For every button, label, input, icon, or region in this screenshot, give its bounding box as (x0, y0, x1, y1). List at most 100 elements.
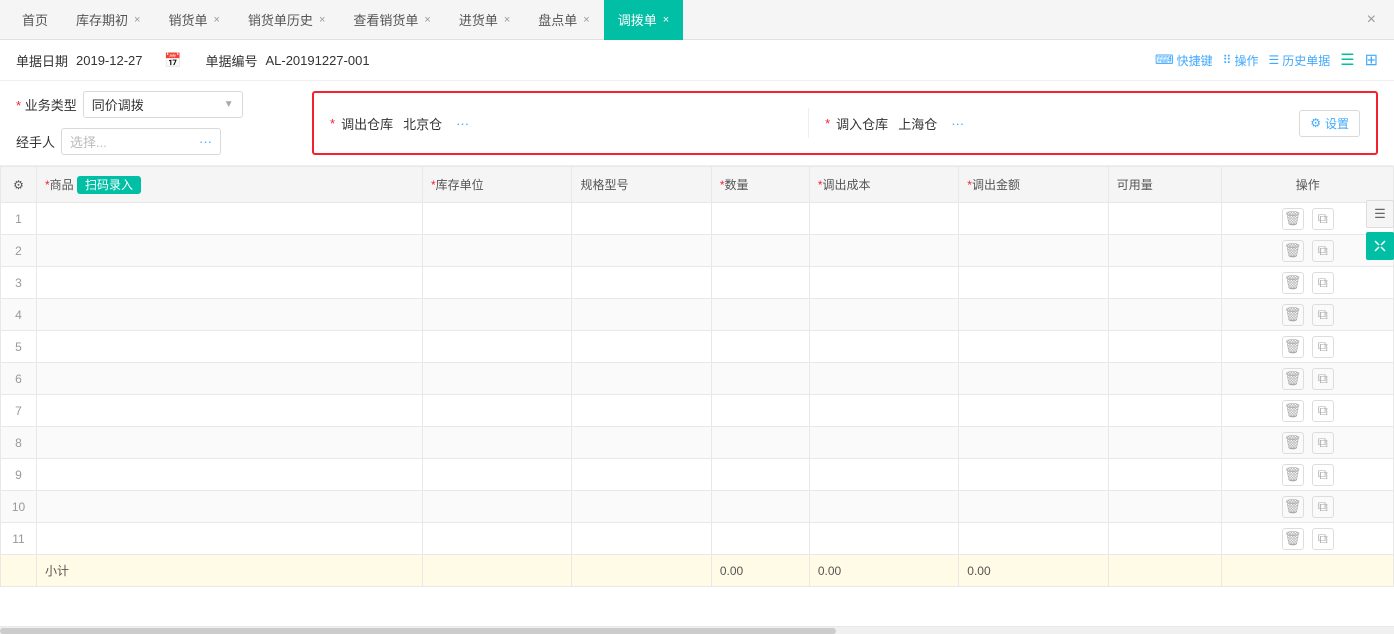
tab-home[interactable]: 首页 (8, 0, 62, 40)
shortcuts-btn[interactable]: ⌨ 快捷键 (1155, 52, 1213, 69)
copy-icon[interactable]: ⧉ (1312, 240, 1334, 262)
operations-btn[interactable]: ⠿ 操作 (1223, 52, 1259, 69)
out-warehouse-value: 北京仓 (403, 114, 442, 133)
settings-icon: ⚙ (1310, 116, 1321, 130)
grid-icon: ⠿ (1223, 53, 1232, 67)
th-spec: 规格型号 (572, 167, 711, 203)
history-icon: ☰ (1268, 53, 1279, 67)
in-warehouse-required: * (825, 116, 830, 131)
copy-icon[interactable]: ⧉ (1312, 528, 1334, 550)
warehouse-block: * 调出仓库 北京仓 ··· * 调入仓库 上海仓 ··· ⚙ 设置 (312, 91, 1378, 155)
th-qty: *数量 (711, 167, 809, 203)
history-btn[interactable]: ☰ 历史单据 (1268, 52, 1330, 69)
table-row: 9🗑⧉ (1, 459, 1394, 491)
out-warehouse-more-icon[interactable]: ··· (456, 116, 469, 131)
in-warehouse-value: 上海仓 (898, 114, 937, 133)
copy-icon[interactable]: ⧉ (1312, 336, 1334, 358)
handler-select[interactable]: 选择... ··· (61, 128, 221, 155)
delete-icon[interactable]: 🗑 (1282, 400, 1304, 422)
calendar-icon[interactable]: 📅 (164, 52, 181, 69)
th-cost: *调出成本 (809, 167, 958, 203)
docno-value: AL-20191227-001 (265, 53, 369, 68)
delete-icon[interactable]: 🗑 (1282, 368, 1304, 390)
delete-icon[interactable]: 🗑 (1282, 272, 1304, 294)
biz-block: * 业务类型 同价调拨 ▼ 经手人 选择... ··· (16, 91, 296, 155)
table-row: 10🗑⧉ (1, 491, 1394, 523)
tab-sales-history[interactable]: 销货单历史 × (234, 0, 339, 40)
layout-btn-1[interactable]: ☰ (1340, 50, 1354, 70)
layout-btn-2[interactable]: ⊞ (1365, 50, 1378, 70)
in-warehouse-more-icon[interactable]: ··· (951, 116, 964, 131)
out-warehouse-required: * (330, 116, 335, 131)
warehouse-divider (808, 108, 809, 138)
table-row: 7🗑⧉ (1, 395, 1394, 427)
table-wrap: ⚙ *商品 扫码录入 *库存单位 规格型号 *数量 *调出成本 *调出金额 可用… (0, 166, 1394, 626)
table-row: 8🗑⧉ (1, 427, 1394, 459)
table-row: 2🗑⧉ (1, 235, 1394, 267)
out-warehouse-item: * 调出仓库 北京仓 ··· (330, 114, 792, 133)
settings-button[interactable]: ⚙ 设置 (1299, 110, 1360, 137)
tab-close-sales-history[interactable]: × (319, 14, 325, 26)
th-product: *商品 扫码录入 (37, 167, 423, 203)
tab-close-sales-order[interactable]: × (213, 14, 219, 26)
tab-bar: 首页 库存期初 × 销货单 × 销货单历史 × 查看销货单 × 进货单 × 盘点… (0, 0, 1394, 40)
copy-icon[interactable]: ⧉ (1312, 208, 1334, 230)
right-toolbar-expand-btn[interactable] (1366, 232, 1394, 260)
copy-icon[interactable]: ⧉ (1312, 432, 1334, 454)
th-amount: *调出金额 (959, 167, 1108, 203)
handler-more-icon[interactable]: ··· (199, 134, 212, 149)
tab-transfer[interactable]: 调拨单 × (604, 0, 683, 40)
scan-entry-btn[interactable]: 扫码录入 (77, 176, 141, 194)
in-warehouse-item: * 调入仓库 上海仓 ··· (825, 114, 1287, 133)
date-label: 单据日期 (16, 51, 68, 70)
subtotal-row: 小计 0.00 0.00 0.00 (1, 555, 1394, 587)
copy-icon[interactable]: ⧉ (1312, 304, 1334, 326)
out-warehouse-label: 调出仓库 (341, 114, 393, 133)
biz-required-mark: * (16, 98, 21, 113)
th-unit: *库存单位 (423, 167, 572, 203)
tab-close-inventory-init[interactable]: × (134, 14, 140, 26)
docno-label: 单据编号 (205, 51, 257, 70)
tab-view-sales[interactable]: 查看销货单 × (339, 0, 444, 40)
biz-type-select[interactable]: 同价调拨 ▼ (83, 91, 243, 118)
delete-icon[interactable]: 🗑 (1282, 432, 1304, 454)
date-value: 2019-12-27 (76, 53, 156, 68)
horizontal-scrollbar[interactable] (0, 626, 1394, 634)
table-row: 5🗑⧉ (1, 331, 1394, 363)
tab-close-view-sales[interactable]: × (424, 14, 430, 26)
tab-inventory-init[interactable]: 库存期初 × (62, 0, 154, 40)
biz-type-label: * 业务类型 (16, 95, 77, 114)
table-row: 6🗑⧉ (1, 363, 1394, 395)
copy-icon[interactable]: ⧉ (1312, 496, 1334, 518)
copy-icon[interactable]: ⧉ (1312, 400, 1334, 422)
tab-close-purchase-order[interactable]: × (504, 14, 510, 26)
delete-icon[interactable]: 🗑 (1282, 208, 1304, 230)
scrollbar-thumb[interactable] (0, 628, 836, 634)
date-field: 单据日期 2019-12-27 📅 (16, 51, 181, 70)
tab-close-stocktake[interactable]: × (583, 14, 589, 26)
form-header: 单据日期 2019-12-27 📅 单据编号 AL-20191227-001 ⌨… (0, 40, 1394, 81)
handler-row: 经手人 选择... ··· (16, 128, 296, 155)
copy-icon[interactable]: ⧉ (1312, 272, 1334, 294)
tab-sales-order[interactable]: 销货单 × (154, 0, 233, 40)
chevron-down-icon: ▼ (224, 99, 234, 110)
table-row: 11🗑⧉ (1, 523, 1394, 555)
delete-icon[interactable]: 🗑 (1282, 496, 1304, 518)
right-toolbar-list-btn[interactable]: ☰ (1366, 200, 1394, 228)
delete-icon[interactable]: 🗑 (1282, 240, 1304, 262)
biz-type-row: * 业务类型 同价调拨 ▼ (16, 91, 296, 118)
handler-label: 经手人 (16, 132, 55, 151)
tab-purchase-order[interactable]: 进货单 × (445, 0, 524, 40)
copy-icon[interactable]: ⧉ (1312, 464, 1334, 486)
delete-icon[interactable]: 🗑 (1282, 528, 1304, 550)
delete-icon[interactable]: 🗑 (1282, 464, 1304, 486)
tab-stocktake[interactable]: 盘点单 × (524, 0, 603, 40)
tab-close-transfer[interactable]: × (663, 14, 669, 26)
window-close-button[interactable]: × (1357, 11, 1386, 29)
delete-icon[interactable]: 🗑 (1282, 336, 1304, 358)
th-gear[interactable]: ⚙ (1, 167, 37, 203)
delete-icon[interactable]: 🗑 (1282, 304, 1304, 326)
middle-section: * 业务类型 同价调拨 ▼ 经手人 选择... ··· (0, 81, 1394, 166)
copy-icon[interactable]: ⧉ (1312, 368, 1334, 390)
header-actions: ⌨ 快捷键 ⠿ 操作 ☰ 历史单据 ☰ ⊞ (1155, 50, 1378, 70)
